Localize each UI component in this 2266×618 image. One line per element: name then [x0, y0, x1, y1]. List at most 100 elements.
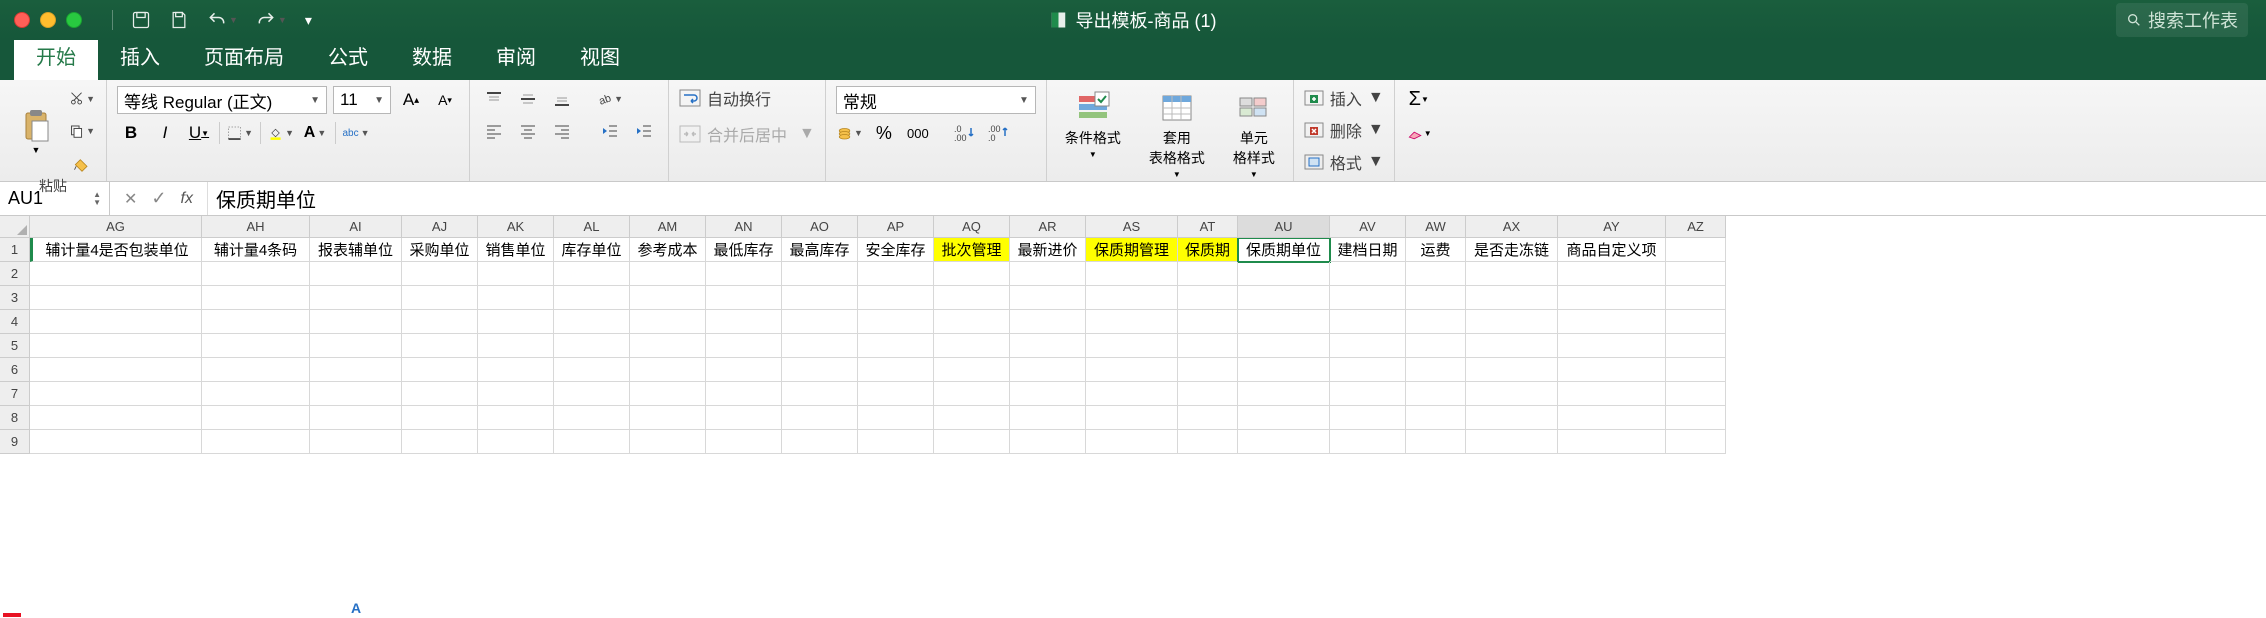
cell[interactable] — [202, 262, 310, 286]
cell[interactable] — [1558, 358, 1666, 382]
column-header[interactable]: AJ — [402, 216, 478, 238]
cell[interactable] — [782, 430, 858, 454]
cell[interactable] — [30, 358, 202, 382]
bold-button[interactable]: B — [117, 120, 145, 146]
cell[interactable] — [1010, 262, 1086, 286]
cell[interactable] — [934, 310, 1010, 334]
increase-indent-button[interactable] — [630, 118, 658, 144]
cell[interactable] — [1238, 358, 1330, 382]
cell[interactable] — [478, 382, 554, 406]
format-cells-button[interactable]: 格式▼ — [1304, 150, 1384, 174]
cell[interactable] — [1466, 334, 1558, 358]
number-format-combo[interactable]: 常规▼ — [836, 86, 1036, 114]
cell[interactable] — [1406, 382, 1466, 406]
merge-center-button[interactable]: 合并后居中▼ — [679, 122, 815, 146]
cell[interactable] — [1666, 286, 1726, 310]
align-middle-button[interactable] — [514, 86, 542, 112]
cell[interactable] — [202, 430, 310, 454]
font-color-button[interactable]: A▼ — [301, 120, 329, 146]
column-header[interactable]: AL — [554, 216, 630, 238]
cell[interactable]: 批次管理 — [934, 238, 1010, 262]
cell[interactable] — [310, 334, 402, 358]
align-bottom-button[interactable] — [548, 86, 576, 112]
qat-customize-icon[interactable]: ▾ — [305, 12, 312, 29]
cell[interactable] — [1330, 406, 1406, 430]
cell[interactable] — [1178, 406, 1238, 430]
cell[interactable] — [782, 382, 858, 406]
cell[interactable]: 最高库存 — [782, 238, 858, 262]
cell[interactable] — [478, 310, 554, 334]
increase-decimal-button[interactable]: .0.00 — [950, 120, 978, 146]
cell[interactable]: 保质期单位 — [1238, 238, 1330, 262]
cell[interactable] — [310, 382, 402, 406]
cell[interactable] — [1178, 262, 1238, 286]
cell[interactable] — [310, 430, 402, 454]
cell[interactable] — [1238, 286, 1330, 310]
cell[interactable] — [1406, 286, 1466, 310]
name-box-stepper-icon[interactable]: ▲▼ — [93, 191, 101, 207]
cell[interactable] — [782, 334, 858, 358]
cell[interactable] — [1086, 286, 1178, 310]
cell[interactable] — [1330, 310, 1406, 334]
spreadsheet-grid[interactable]: AGAHAIAJAKALAMANAOAPAQARASATAUAVAWAXAYAZ… — [0, 216, 2266, 454]
cell[interactable] — [1558, 430, 1666, 454]
conditional-formatting-button[interactable]: 条件格式▼ — [1057, 86, 1129, 163]
cell[interactable] — [1406, 310, 1466, 334]
column-header[interactable]: AH — [202, 216, 310, 238]
cell[interactable] — [782, 406, 858, 430]
cell[interactable] — [630, 334, 706, 358]
cell[interactable] — [1330, 382, 1406, 406]
cell[interactable] — [630, 286, 706, 310]
column-header[interactable]: AY — [1558, 216, 1666, 238]
cell[interactable] — [1330, 286, 1406, 310]
cell[interactable] — [1330, 358, 1406, 382]
row-header[interactable]: 2 — [0, 262, 30, 286]
redo-button[interactable]: ▼ — [256, 10, 287, 30]
formula-input[interactable]: 保质期单位 — [207, 182, 2266, 215]
font-name-combo[interactable]: 等线 Regular (正文)▼ — [117, 86, 327, 114]
cell[interactable]: 最低库存 — [706, 238, 782, 262]
row-header[interactable]: 8 — [0, 406, 30, 430]
cell[interactable] — [1666, 382, 1726, 406]
cell[interactable] — [1238, 334, 1330, 358]
cell[interactable] — [1558, 262, 1666, 286]
cell[interactable]: 辅计量4是否包装单位 — [30, 238, 202, 262]
column-header[interactable]: AW — [1406, 216, 1466, 238]
cell[interactable] — [30, 310, 202, 334]
cell[interactable] — [1010, 286, 1086, 310]
cell[interactable] — [402, 430, 478, 454]
column-header[interactable]: AI — [310, 216, 402, 238]
row-header[interactable]: 3 — [0, 286, 30, 310]
italic-button[interactable]: I — [151, 120, 179, 146]
cell[interactable] — [30, 430, 202, 454]
column-header[interactable]: AU — [1238, 216, 1330, 238]
cell[interactable] — [858, 286, 934, 310]
cell[interactable] — [630, 358, 706, 382]
cell[interactable] — [478, 430, 554, 454]
paste-button[interactable]: ▼ — [10, 103, 62, 159]
cell[interactable] — [554, 262, 630, 286]
cell[interactable] — [30, 262, 202, 286]
cell[interactable]: 建档日期 — [1330, 238, 1406, 262]
cell[interactable] — [30, 382, 202, 406]
column-header[interactable]: AO — [782, 216, 858, 238]
cell[interactable]: 报表辅单位 — [310, 238, 402, 262]
cell[interactable]: 参考成本 — [630, 238, 706, 262]
minimize-window-button[interactable] — [40, 12, 56, 28]
cell[interactable] — [30, 334, 202, 358]
format-painter-button[interactable] — [68, 150, 96, 176]
cell[interactable] — [1406, 406, 1466, 430]
align-right-button[interactable] — [548, 118, 576, 144]
orientation-button[interactable]: ab▼ — [596, 86, 624, 112]
cell[interactable]: 是否走冻链 — [1466, 238, 1558, 262]
cell[interactable] — [1466, 406, 1558, 430]
cell[interactable] — [30, 286, 202, 310]
cell[interactable] — [1086, 310, 1178, 334]
cell[interactable]: 辅计量4条码 — [202, 238, 310, 262]
cell[interactable] — [1086, 406, 1178, 430]
cell[interactable] — [1086, 358, 1178, 382]
cell[interactable] — [554, 406, 630, 430]
phonetic-button[interactable]: abcA▼ — [342, 120, 370, 146]
cell[interactable] — [1466, 430, 1558, 454]
name-box[interactable]: AU1 ▲▼ — [0, 182, 110, 215]
